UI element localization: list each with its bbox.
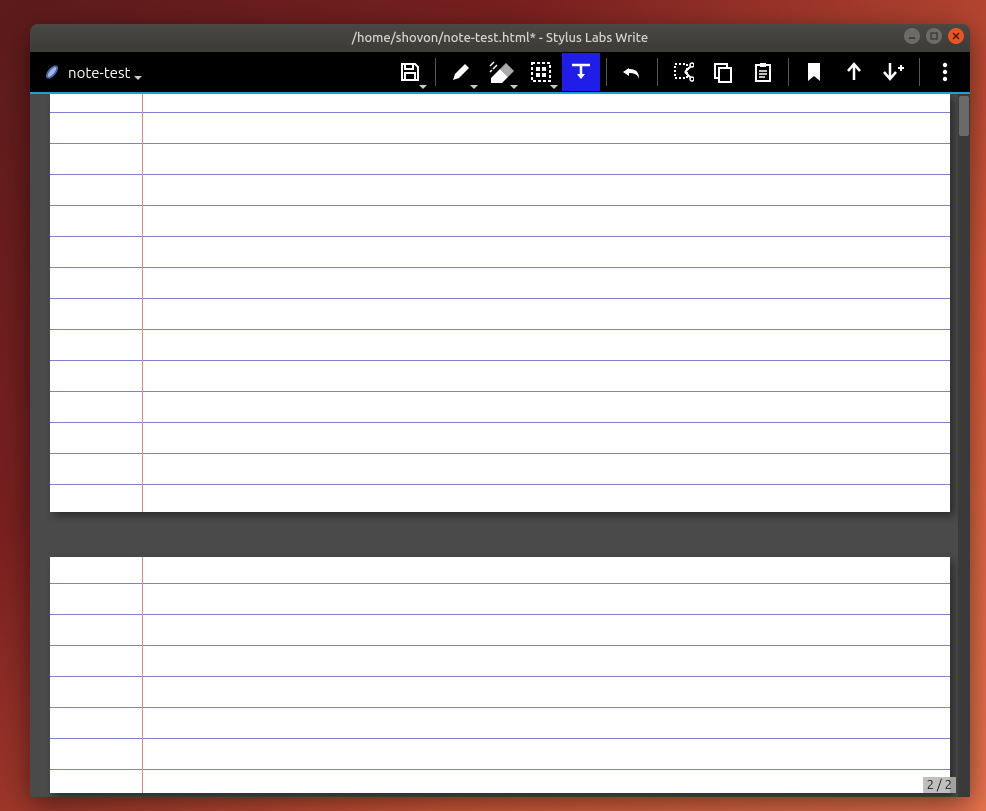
document-icon [42,62,62,82]
separator [788,58,789,86]
cut-icon [672,61,694,83]
separator [657,58,658,86]
close-icon [952,32,960,40]
copy-icon [712,61,734,83]
insert-space-button[interactable] [562,53,600,91]
chevron-down-icon [470,85,478,89]
down-icon [881,60,907,84]
menu-icon [942,61,948,83]
minimize-button[interactable] [904,28,920,44]
window-title: /home/shovon/note-test.html* - Stylus La… [352,31,648,45]
separator [606,58,607,86]
cut-button[interactable] [664,53,702,91]
toolbar: note-test [30,52,970,92]
save-button[interactable] [391,53,429,91]
minimize-icon [908,32,916,40]
menu-button[interactable] [926,53,964,91]
close-button[interactable] [948,28,964,44]
grid-icon [530,61,552,83]
maximize-icon [930,32,938,40]
document-name: note-test [68,64,130,81]
up-icon [843,61,865,83]
bookmark-icon [805,61,823,83]
undo-button[interactable] [613,53,651,91]
chevron-down-icon [134,76,142,80]
page-indicator: 2 / 2 [923,777,956,793]
paste-button[interactable] [744,53,782,91]
eraser-button[interactable] [482,53,520,91]
eraser-icon [488,60,514,84]
window-controls [904,28,964,44]
page-down-button[interactable] [875,53,913,91]
application-window: /home/shovon/note-test.html* - Stylus La… [30,24,970,797]
insert-icon [570,61,592,83]
chevron-down-icon [419,85,427,89]
separator [919,58,920,86]
chevron-down-icon [550,85,558,89]
titlebar[interactable]: /home/shovon/note-test.html* - Stylus La… [30,24,970,52]
page-2[interactable] [50,557,950,793]
separator [435,58,436,86]
selection-button[interactable] [522,53,560,91]
vertical-scrollbar[interactable] [958,94,970,797]
maximize-button[interactable] [926,28,942,44]
bookmark-button[interactable] [795,53,833,91]
document-tab[interactable]: note-test [36,62,148,82]
page-up-button[interactable] [835,53,873,91]
save-icon [398,60,422,84]
scroll-thumb[interactable] [959,96,969,136]
canvas-area[interactable]: 2 / 2 [30,94,970,797]
pen-button[interactable] [442,53,480,91]
page-1[interactable] [50,94,950,512]
paste-icon [752,61,774,83]
undo-icon [620,60,644,84]
chevron-down-icon [510,85,518,89]
copy-button[interactable] [704,53,742,91]
pen-icon [449,60,473,84]
